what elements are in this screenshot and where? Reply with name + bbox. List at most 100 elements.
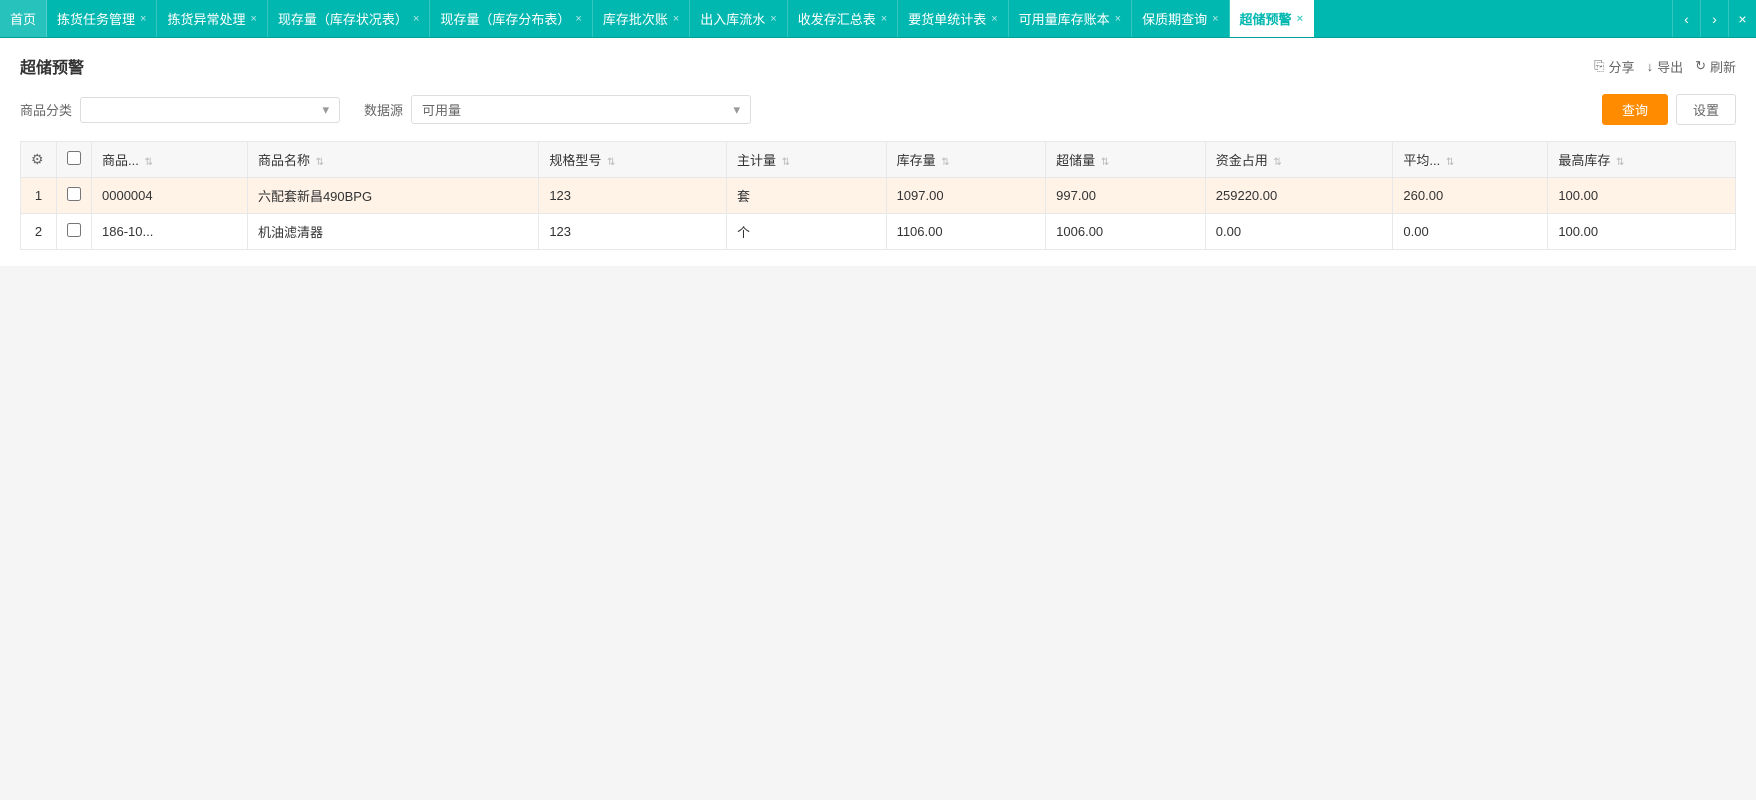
export-button[interactable]: ↓ 导出 xyxy=(1647,57,1684,76)
sort-icon[interactable]: ⇅ xyxy=(941,157,949,168)
datasource-filter: 数据源 可用量 ▾ xyxy=(364,95,751,124)
page-title-bar: 超储预警 ⎘ 分享 ↓ 导出 ↻ 刷新 xyxy=(20,54,1736,78)
refresh-button[interactable]: ↻ 刷新 xyxy=(1695,57,1736,76)
sort-icon[interactable]: ⇅ xyxy=(1616,157,1624,168)
col-avg-header: 平均... ⇅ xyxy=(1393,142,1548,178)
close-icon[interactable]: × xyxy=(250,13,256,25)
nav-item-overstock[interactable]: 超储预警 × xyxy=(1230,0,1314,37)
row-maxstock: 100.00 xyxy=(1548,214,1736,250)
row-unit: 个 xyxy=(726,214,886,250)
close-icon[interactable]: × xyxy=(1297,13,1303,25)
sort-icon[interactable]: ⇅ xyxy=(782,157,790,168)
nav-item-requisition[interactable]: 要货单统计表 × xyxy=(898,0,1008,37)
col-capital-header: 资金占用 ⇅ xyxy=(1205,142,1393,178)
select-all-checkbox[interactable] xyxy=(67,151,81,165)
share-button[interactable]: ⎘ 分享 xyxy=(1594,57,1634,76)
nav-item-home[interactable]: 首页 xyxy=(0,0,47,37)
row-spec: 123 xyxy=(539,214,727,250)
settings-button[interactable]: 设置 xyxy=(1676,94,1736,125)
row-num: 2 xyxy=(21,214,57,250)
nav-next-button[interactable]: › xyxy=(1700,0,1728,37)
close-icon[interactable]: × xyxy=(1212,13,1218,25)
col-maxstock-header: 最高库存 ⇅ xyxy=(1548,142,1736,178)
filter-actions: 查询 设置 xyxy=(1602,94,1736,125)
col-settings[interactable]: ⚙ xyxy=(21,142,57,178)
close-icon[interactable]: × xyxy=(673,13,679,25)
datasource-select[interactable]: 可用量 ▾ xyxy=(411,95,751,124)
row-capital: 259220.00 xyxy=(1205,178,1393,214)
row-checkbox[interactable] xyxy=(67,187,81,201)
row-num: 1 xyxy=(21,178,57,214)
sort-icon[interactable]: ⇅ xyxy=(1446,157,1454,168)
col-stock-header: 库存量 ⇅ xyxy=(886,142,1046,178)
top-navigation: 首页 拣货任务管理 × 拣货异常处理 × 现存量（库存状况表） × 现存量（库存… xyxy=(0,0,1756,38)
table-header: ⚙ 商品... ⇅ 商品名称 ⇅ 规格型号 ⇅ 主计量 xyxy=(21,142,1736,178)
col-overstock-header: 超储量 ⇅ xyxy=(1046,142,1206,178)
row-code: 0000004 xyxy=(92,178,248,214)
row-name: 机油滤清器 xyxy=(247,214,538,250)
row-stock: 1097.00 xyxy=(886,178,1046,214)
query-button[interactable]: 查询 xyxy=(1602,94,1668,125)
sort-icon[interactable]: ⇅ xyxy=(607,157,615,168)
sort-icon[interactable]: ⇅ xyxy=(1101,157,1109,168)
col-unit-header: 主计量 ⇅ xyxy=(726,142,886,178)
table-row: 2 186-10... 机油滤清器 123 个 1106.00 1006.00 … xyxy=(21,214,1736,250)
close-icon[interactable]: × xyxy=(575,13,581,25)
row-avg: 0.00 xyxy=(1393,214,1548,250)
sort-icon[interactable]: ⇅ xyxy=(144,157,152,168)
row-name: 六配套新昌490BPG xyxy=(247,178,538,214)
title-actions: ⎘ 分享 ↓ 导出 ↻ 刷新 xyxy=(1594,57,1736,76)
nav-item-stock-status[interactable]: 现存量（库存状况表） × xyxy=(268,0,430,37)
close-icon[interactable]: × xyxy=(991,13,997,25)
nav-item-summary[interactable]: 收发存汇总表 × xyxy=(788,0,898,37)
nav-item-batch[interactable]: 库存批次账 × xyxy=(593,0,690,37)
filter-bar: 商品分类 ▾ 数据源 可用量 ▾ 查询 设置 xyxy=(20,94,1736,125)
share-icon: ⎘ xyxy=(1594,58,1604,74)
close-icon[interactable]: × xyxy=(881,13,887,25)
row-code: 186-10... xyxy=(92,214,248,250)
row-checkbox[interactable] xyxy=(67,223,81,237)
data-table: ⚙ 商品... ⇅ 商品名称 ⇅ 规格型号 ⇅ 主计量 xyxy=(20,141,1736,250)
datasource-label: 数据源 xyxy=(364,100,403,119)
nav-item-inout[interactable]: 出入库流水 × xyxy=(690,0,787,37)
close-icon[interactable]: × xyxy=(413,13,419,25)
row-overstock: 1006.00 xyxy=(1046,214,1206,250)
page-title: 超储预警 xyxy=(20,54,84,78)
nav-prev-button[interactable]: ‹ xyxy=(1672,0,1700,37)
refresh-icon: ↻ xyxy=(1695,58,1706,74)
row-overstock: 997.00 xyxy=(1046,178,1206,214)
col-checkbox[interactable] xyxy=(57,142,92,178)
category-label: 商品分类 xyxy=(20,100,72,119)
nav-item-stock-dist[interactable]: 现存量（库存分布表） × xyxy=(430,0,592,37)
row-unit: 套 xyxy=(726,178,886,214)
sort-icon[interactable]: ⇅ xyxy=(1273,157,1281,168)
category-select[interactable]: ▾ xyxy=(80,97,340,123)
col-spec-header: 规格型号 ⇅ xyxy=(539,142,727,178)
row-stock: 1106.00 xyxy=(886,214,1046,250)
close-icon[interactable]: × xyxy=(1115,13,1121,25)
datasource-select-value: 可用量 xyxy=(422,100,461,119)
nav-item-available[interactable]: 可用量库存账本 × xyxy=(1009,0,1132,37)
row-checkbox-cell[interactable] xyxy=(57,178,92,214)
row-maxstock: 100.00 xyxy=(1548,178,1736,214)
row-capital: 0.00 xyxy=(1205,214,1393,250)
sort-icon[interactable]: ⇅ xyxy=(316,157,324,168)
table-body: 1 0000004 六配套新昌490BPG 123 套 1097.00 997.… xyxy=(21,178,1736,250)
col-name-header: 商品名称 ⇅ xyxy=(247,142,538,178)
nav-close-all-button[interactable]: × xyxy=(1728,0,1756,37)
nav-item-expiry[interactable]: 保质期查询 × xyxy=(1132,0,1229,37)
close-icon[interactable]: × xyxy=(770,13,776,25)
export-icon: ↓ xyxy=(1647,59,1654,74)
close-icon[interactable]: × xyxy=(140,13,146,25)
nav-item-exception[interactable]: 拣货异常处理 × xyxy=(157,0,267,37)
gear-icon[interactable]: ⚙ xyxy=(31,151,44,167)
nav-arrows: ‹ › × xyxy=(1672,0,1756,37)
col-code-header: 商品... ⇅ xyxy=(92,142,248,178)
table-row: 1 0000004 六配套新昌490BPG 123 套 1097.00 997.… xyxy=(21,178,1736,214)
nav-item-task[interactable]: 拣货任务管理 × xyxy=(47,0,157,37)
chevron-down-icon: ▾ xyxy=(734,102,741,118)
row-checkbox-cell[interactable] xyxy=(57,214,92,250)
row-spec: 123 xyxy=(539,178,727,214)
row-avg: 260.00 xyxy=(1393,178,1548,214)
category-filter: 商品分类 ▾ xyxy=(20,97,340,123)
